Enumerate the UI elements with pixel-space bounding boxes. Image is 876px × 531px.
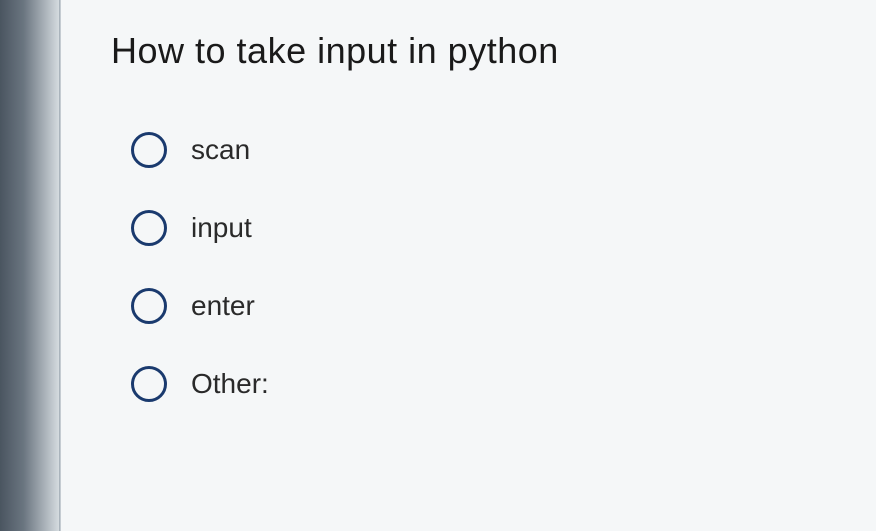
question-card: How to take input in python scan input e… [60, 0, 876, 531]
radio-icon [131, 132, 167, 168]
option-enter[interactable]: enter [131, 288, 836, 324]
page-left-margin [0, 0, 60, 531]
radio-icon [131, 288, 167, 324]
radio-icon [131, 210, 167, 246]
question-title: How to take input in python [111, 30, 836, 72]
option-scan[interactable]: scan [131, 132, 836, 168]
option-label: scan [191, 134, 250, 166]
option-input[interactable]: input [131, 210, 836, 246]
option-label: enter [191, 290, 255, 322]
options-group: scan input enter Other: [111, 132, 836, 402]
option-other[interactable]: Other: [131, 366, 836, 402]
option-label: Other: [191, 368, 269, 400]
option-label: input [191, 212, 252, 244]
radio-icon [131, 366, 167, 402]
